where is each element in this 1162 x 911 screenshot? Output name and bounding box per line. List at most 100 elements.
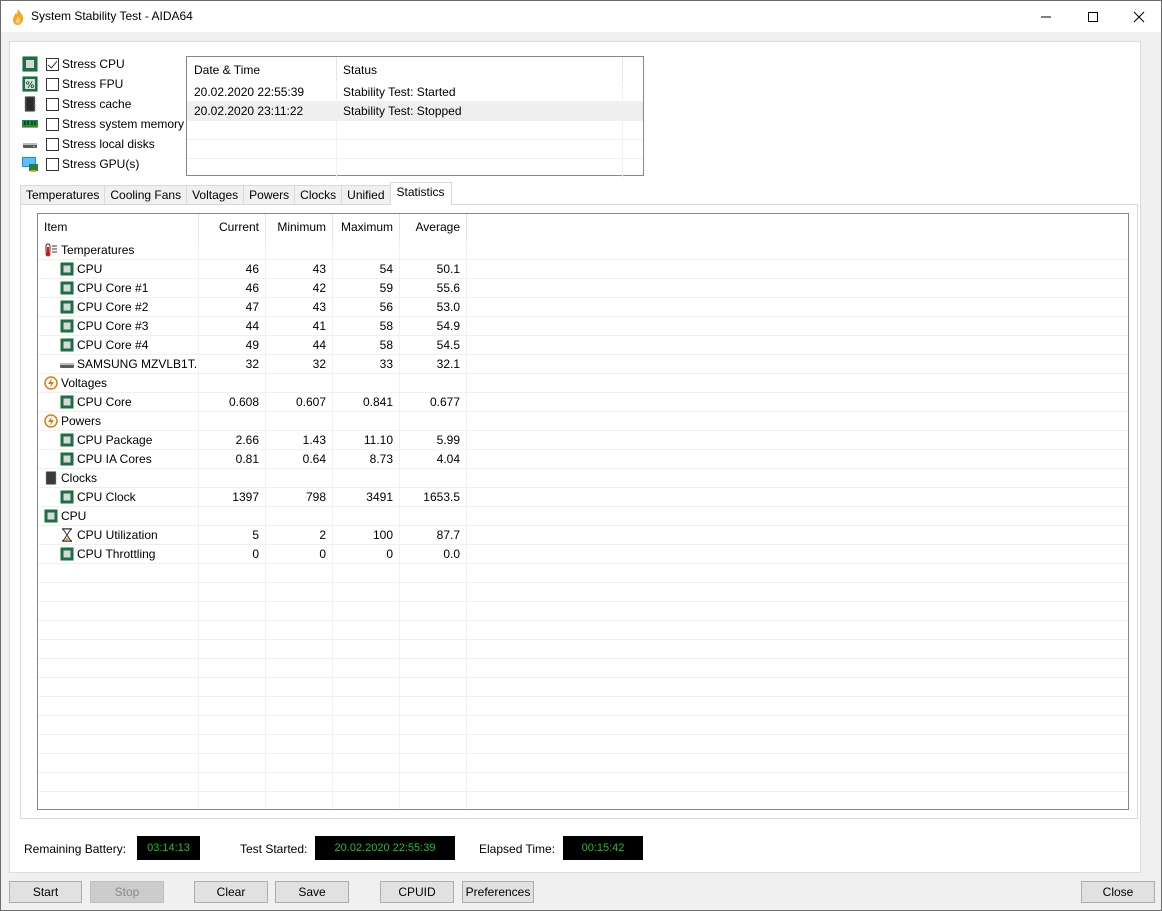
table-row[interactable]: CPU Core #4 49 44 58 54.5 bbox=[38, 336, 1128, 355]
cell-average bbox=[400, 241, 467, 259]
lightning-icon bbox=[44, 414, 58, 428]
cell-current: 49 bbox=[199, 336, 266, 354]
table-row[interactable]: CPU Throttling 0 0 0 0.0 bbox=[38, 545, 1128, 564]
stress-fpu-checkbox[interactable] bbox=[46, 77, 59, 91]
stress-cache-option[interactable]: Stress cache bbox=[22, 94, 192, 114]
cell-item: Temperatures bbox=[38, 241, 199, 259]
tab-statistics[interactable]: Statistics bbox=[389, 182, 452, 205]
table-row[interactable]: CPU Utilization 5 2 100 87.7 bbox=[38, 526, 1128, 545]
cell-item-label: CPU Core #3 bbox=[77, 318, 149, 333]
stress-memory-checkbox[interactable] bbox=[46, 117, 59, 131]
minimize-button[interactable] bbox=[1023, 1, 1069, 32]
cell-average: 1653.5 bbox=[400, 488, 467, 506]
cell-minimum: 42 bbox=[266, 279, 333, 297]
group-row[interactable]: CPU bbox=[38, 507, 1128, 526]
close-button[interactable]: Close bbox=[1081, 881, 1155, 903]
column-header-current[interactable]: Current bbox=[199, 214, 266, 241]
cpu-chip-icon bbox=[60, 262, 74, 276]
stress-disks-option[interactable]: Stress local disks bbox=[22, 134, 192, 154]
cell-maximum bbox=[333, 241, 400, 259]
statistics-table[interactable]: Item Current Minimum Maximum Average Tem… bbox=[37, 213, 1129, 810]
table-row[interactable]: SAMSUNG MZVLB1T... 32 32 33 32.1 bbox=[38, 355, 1128, 374]
table-row-empty bbox=[38, 583, 1128, 602]
cell-average: 87.7 bbox=[400, 526, 467, 544]
stress-gpu-option[interactable]: Stress GPU(s) bbox=[22, 154, 192, 174]
battery-label: Remaining Battery: bbox=[24, 842, 127, 856]
tab-temperatures[interactable]: Temperatures bbox=[20, 185, 106, 205]
cell-minimum bbox=[266, 507, 333, 525]
group-row[interactable]: Temperatures bbox=[38, 241, 1128, 260]
table-row[interactable]: CPU Core #2 47 43 56 53.0 bbox=[38, 298, 1128, 317]
cell-current bbox=[199, 241, 266, 259]
cpu-chip-icon bbox=[60, 452, 74, 466]
maximize-button[interactable] bbox=[1070, 1, 1116, 32]
table-row[interactable]: CPU 46 43 54 50.1 bbox=[38, 260, 1128, 279]
stress-disks-checkbox[interactable] bbox=[46, 137, 59, 151]
tab-voltages[interactable]: Voltages bbox=[186, 185, 245, 205]
title-bar[interactable]: System Stability Test - AIDA64 bbox=[1, 1, 1161, 32]
close-window-button[interactable] bbox=[1116, 1, 1162, 32]
test-started-value: 20.02.2020 22:55:39 bbox=[315, 836, 455, 860]
preferences-button[interactable]: Preferences bbox=[462, 881, 534, 903]
svg-text:%: % bbox=[26, 81, 35, 91]
table-row[interactable]: CPU Core 0.608 0.607 0.841 0.677 bbox=[38, 393, 1128, 412]
cell-maximum: 56 bbox=[333, 298, 400, 316]
start-button[interactable]: Start bbox=[9, 881, 82, 903]
cell-current: 46 bbox=[199, 279, 266, 297]
column-header-minimum[interactable]: Minimum bbox=[266, 214, 333, 241]
test-started-label: Test Started: bbox=[240, 842, 308, 856]
cell-item: CPU IA Cores bbox=[38, 450, 199, 468]
cell-average: 55.6 bbox=[400, 279, 467, 297]
table-row-empty bbox=[38, 716, 1128, 735]
stress-fpu-option[interactable]: % Stress FPU bbox=[22, 74, 192, 94]
event-log-list[interactable]: Date & Time Status 20.02.2020 22:55:39 S… bbox=[186, 56, 644, 178]
table-row-empty bbox=[38, 564, 1128, 583]
log-row[interactable]: 20.02.2020 22:55:39 Stability Test: Star… bbox=[187, 83, 643, 102]
table-row[interactable]: CPU IA Cores 0.81 0.64 8.73 4.04 bbox=[38, 450, 1128, 469]
clear-button[interactable]: Clear bbox=[194, 881, 268, 903]
stress-cpu-checkbox[interactable] bbox=[46, 57, 59, 71]
group-row[interactable]: Clocks bbox=[38, 469, 1128, 488]
cell-current: 47 bbox=[199, 298, 266, 316]
maximize-icon bbox=[1088, 11, 1098, 22]
cell-item: CPU Utilization bbox=[38, 526, 199, 544]
tab-clocks[interactable]: Clocks bbox=[294, 185, 343, 205]
table-row-empty bbox=[38, 621, 1128, 640]
stress-options: Stress CPU % Stress FPU Stress cache Str… bbox=[22, 54, 192, 174]
cell-average bbox=[400, 507, 467, 525]
log-header-status[interactable]: Status bbox=[337, 57, 623, 82]
group-row[interactable]: Voltages bbox=[38, 374, 1128, 393]
table-row[interactable]: CPU Core #1 46 42 59 55.6 bbox=[38, 279, 1128, 298]
cell-item: CPU Core #1 bbox=[38, 279, 199, 297]
tab-unified[interactable]: Unified bbox=[341, 185, 391, 205]
cell-item-label: CPU Core #4 bbox=[77, 337, 149, 352]
stress-memory-option[interactable]: Stress system memory bbox=[22, 114, 192, 134]
column-header-average[interactable]: Average bbox=[400, 214, 467, 241]
battery-value: 03:14:13 bbox=[137, 836, 200, 860]
stress-cpu-option[interactable]: Stress CPU bbox=[22, 54, 192, 74]
column-header-item[interactable]: Item bbox=[38, 214, 199, 241]
tab-powers[interactable]: Powers bbox=[243, 185, 296, 205]
cell-item: CPU Core #4 bbox=[38, 336, 199, 354]
log-header-datetime[interactable]: Date & Time bbox=[187, 57, 337, 82]
cell-minimum: 0.607 bbox=[266, 393, 333, 411]
cell-minimum: 2 bbox=[266, 526, 333, 544]
log-row-datetime: 20.02.2020 22:55:39 bbox=[187, 83, 337, 101]
column-header-maximum[interactable]: Maximum bbox=[333, 214, 400, 241]
stress-gpu-checkbox[interactable] bbox=[46, 157, 59, 171]
table-row[interactable]: CPU Clock 1397 798 3491 1653.5 bbox=[38, 488, 1128, 507]
cell-item-label: Temperatures bbox=[61, 242, 135, 257]
group-row[interactable]: Powers bbox=[38, 412, 1128, 431]
cpu-chip-icon bbox=[60, 281, 74, 295]
disk-drive-icon bbox=[60, 357, 74, 371]
log-row[interactable]: 20.02.2020 23:11:22 Stability Test: Stop… bbox=[187, 102, 643, 121]
table-row[interactable]: CPU Package 2.66 1.43 11.10 5.99 bbox=[38, 431, 1128, 450]
stress-cache-checkbox[interactable] bbox=[46, 97, 59, 111]
cpuid-button[interactable]: CPUID bbox=[380, 881, 454, 903]
table-row[interactable]: CPU Core #3 44 41 58 54.9 bbox=[38, 317, 1128, 336]
save-button[interactable]: Save bbox=[275, 881, 349, 903]
cell-item: CPU bbox=[38, 260, 199, 278]
stop-button[interactable]: Stop bbox=[90, 881, 164, 903]
cell-item-label: CPU bbox=[77, 261, 103, 276]
tab-cooling-fans[interactable]: Cooling Fans bbox=[104, 185, 188, 205]
